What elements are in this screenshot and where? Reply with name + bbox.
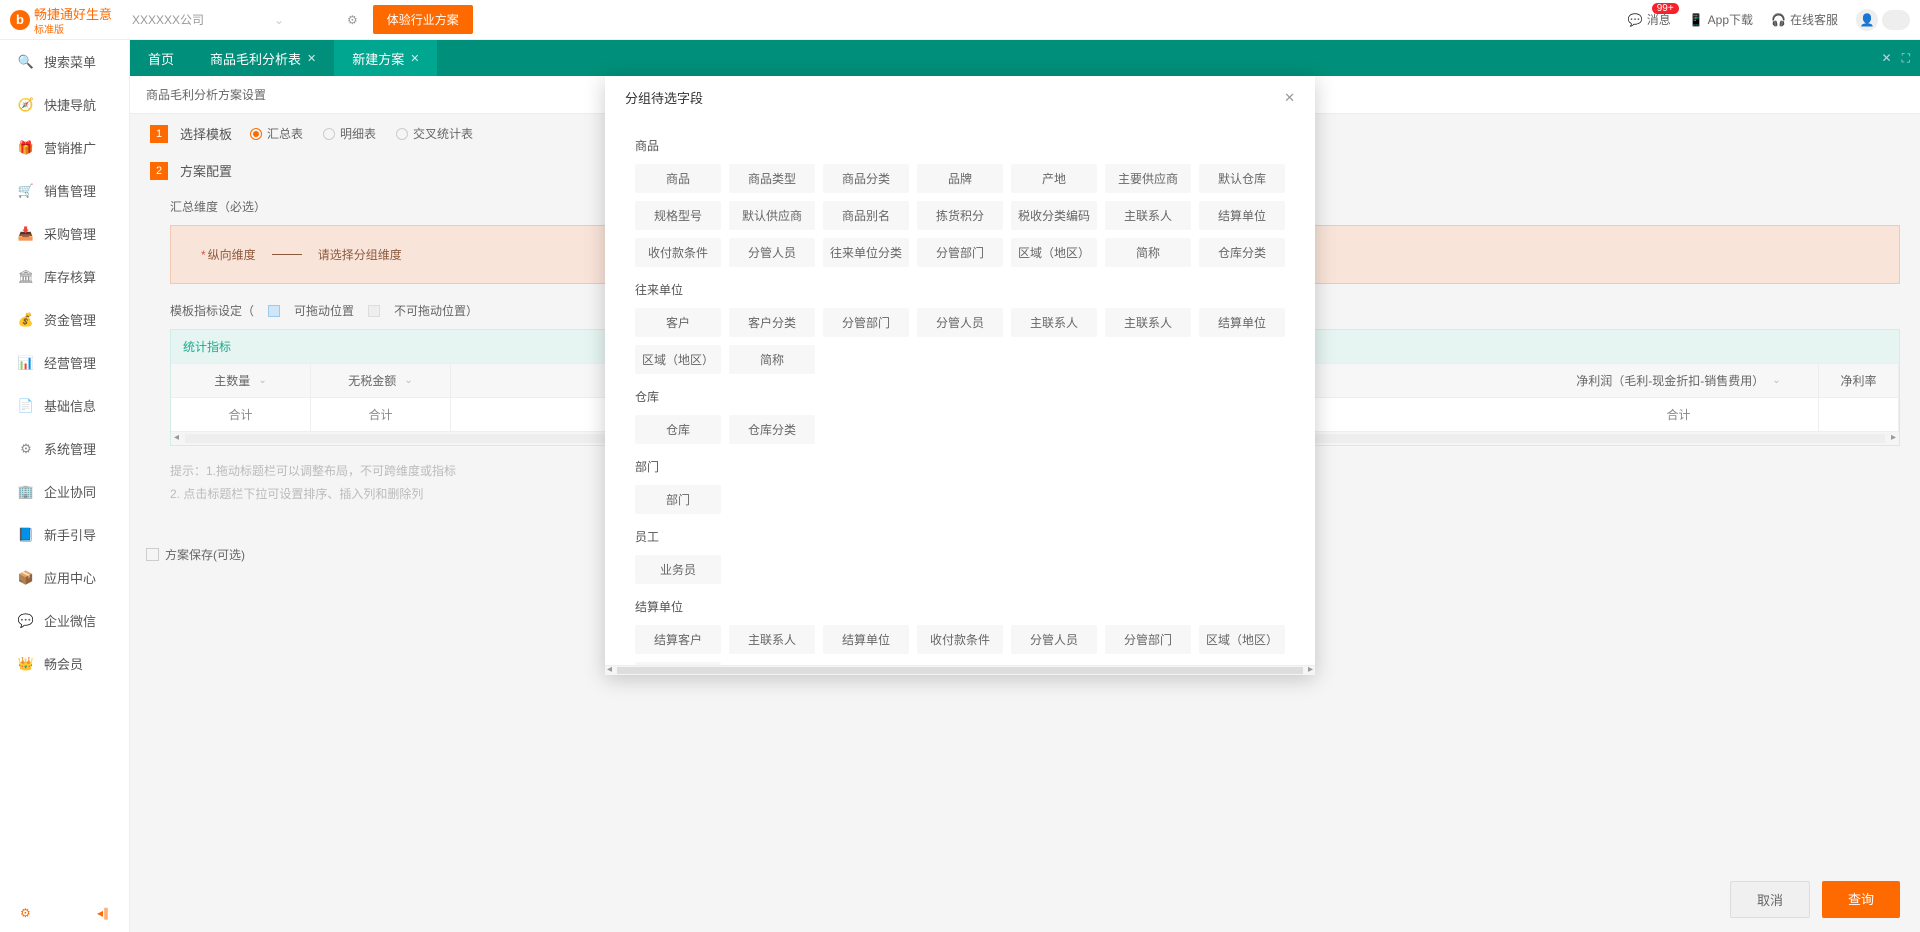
field-chip[interactable]: 主联系人 (1105, 201, 1191, 230)
field-chip[interactable]: 客户分类 (729, 308, 815, 337)
field-chip[interactable]: 产地 (1011, 164, 1097, 193)
field-chip[interactable]: 分管人员 (729, 238, 815, 267)
field-chip[interactable]: 仓库分类 (729, 415, 815, 444)
field-chip[interactable]: 结算单位 (1199, 308, 1285, 337)
field-chip[interactable]: 主要供应商 (1105, 164, 1191, 193)
field-chip[interactable]: 收付款条件 (917, 625, 1003, 654)
close-icon[interactable]: ✕ (1284, 90, 1295, 106)
field-chip[interactable]: 品牌 (917, 164, 1003, 193)
field-chip-row: 结算客户主联系人结算单位收付款条件分管人员分管部门区域（地区）简称 (635, 625, 1305, 665)
field-chip[interactable]: 区域（地区） (1199, 625, 1285, 654)
field-chip[interactable]: 结算单位 (1199, 201, 1285, 230)
field-group-title: 员工 (635, 528, 1305, 545)
field-chip[interactable]: 仓库 (635, 415, 721, 444)
field-chip[interactable]: 拣货积分 (917, 201, 1003, 230)
modal-body: 商品商品商品类型商品分类品牌产地主要供应商默认仓库规格型号默认供应商商品别名拣货… (605, 119, 1315, 665)
modal-title: 分组待选字段 (625, 88, 703, 107)
field-chip[interactable]: 主联系人 (1105, 308, 1191, 337)
field-chip[interactable]: 仓库分类 (1199, 238, 1285, 267)
field-chip-row: 客户客户分类分管部门分管人员主联系人主联系人结算单位区域（地区）简称 (635, 308, 1305, 374)
field-chip[interactable]: 客户 (635, 308, 721, 337)
field-chip[interactable]: 收付款条件 (635, 238, 721, 267)
field-chip[interactable]: 分管部门 (823, 308, 909, 337)
field-group-title: 部门 (635, 458, 1305, 475)
field-chip[interactable]: 默认仓库 (1199, 164, 1285, 193)
field-chip[interactable]: 业务员 (635, 555, 721, 584)
field-chip[interactable]: 默认供应商 (729, 201, 815, 230)
field-chip[interactable]: 往来单位分类 (823, 238, 909, 267)
field-chip[interactable]: 简称 (1105, 238, 1191, 267)
field-chip[interactable]: 结算客户 (635, 625, 721, 654)
field-chip[interactable]: 主联系人 (1011, 308, 1097, 337)
field-chip[interactable]: 区域（地区） (635, 345, 721, 374)
field-chip[interactable]: 结算单位 (823, 625, 909, 654)
field-chip[interactable]: 分管部门 (917, 238, 1003, 267)
field-chip[interactable]: 商品类型 (729, 164, 815, 193)
field-chip[interactable]: 规格型号 (635, 201, 721, 230)
field-group-title: 往来单位 (635, 281, 1305, 298)
field-group-title: 仓库 (635, 388, 1305, 405)
field-chip[interactable]: 主联系人 (729, 625, 815, 654)
field-selector-modal: 分组待选字段 ✕ 商品商品商品类型商品分类品牌产地主要供应商默认仓库规格型号默认… (605, 76, 1315, 675)
field-chip[interactable]: 简称 (729, 345, 815, 374)
field-chip[interactable]: 商品分类 (823, 164, 909, 193)
field-chip-row: 部门 (635, 485, 1305, 514)
modal-header: 分组待选字段 ✕ (605, 76, 1315, 119)
field-chip[interactable]: 分管人员 (917, 308, 1003, 337)
field-chip[interactable]: 部门 (635, 485, 721, 514)
field-group-title: 商品 (635, 137, 1305, 154)
field-chip-row: 商品商品类型商品分类品牌产地主要供应商默认仓库规格型号默认供应商商品别名拣货积分… (635, 164, 1305, 267)
field-group-title: 结算单位 (635, 598, 1305, 615)
field-chip[interactable]: 税收分类编码 (1011, 201, 1097, 230)
field-chip[interactable]: 分管人员 (1011, 625, 1097, 654)
modal-horizontal-scrollbar[interactable] (605, 665, 1315, 675)
field-chip[interactable]: 商品别名 (823, 201, 909, 230)
field-chip[interactable]: 区域（地区） (1011, 238, 1097, 267)
field-chip[interactable]: 分管部门 (1105, 625, 1191, 654)
field-chip-row: 仓库仓库分类 (635, 415, 1305, 444)
field-chip-row: 业务员 (635, 555, 1305, 584)
field-chip[interactable]: 商品 (635, 164, 721, 193)
